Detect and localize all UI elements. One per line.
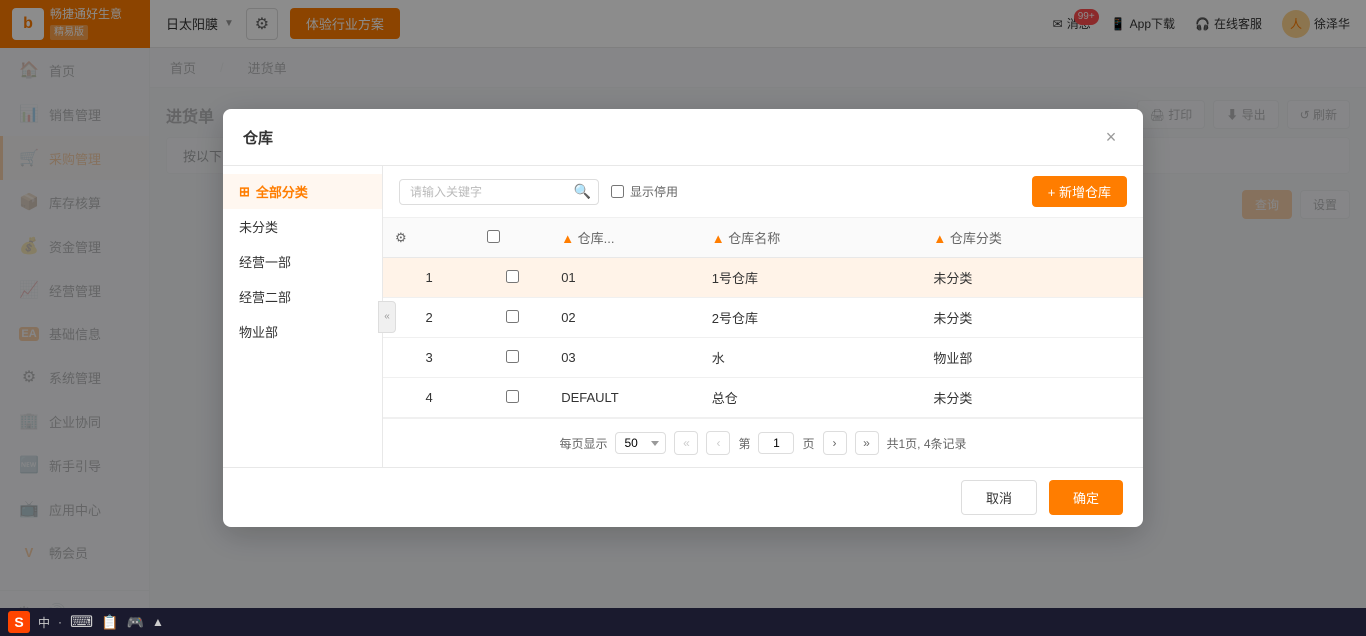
warehouse-modal: 仓库 × ⊞ 全部分类 未分类 经营一部 经营二部 <box>223 109 1143 527</box>
modal-toolbar: 🔍 显示停用 + 新增仓库 <box>383 166 1143 218</box>
row-check <box>475 378 549 418</box>
cancel-button[interactable]: 取消 <box>961 480 1037 515</box>
modal-main: 🔍 显示停用 + 新增仓库 ⚙ <box>383 166 1143 467</box>
category-all-label: 全部分类 <box>256 182 308 201</box>
prev-page-button[interactable]: ‹ <box>706 431 730 455</box>
page-size-select[interactable]: 10 20 50 100 <box>615 432 666 454</box>
page-unit: 页 <box>802 435 814 452</box>
row-name: 总仓 <box>700 378 922 418</box>
row-name: 2号仓库 <box>700 298 922 338</box>
category-dept1[interactable]: 经营一部 <box>223 244 382 279</box>
total-info: 共1页, 4条记录 <box>887 435 967 452</box>
bottom-dot-icon: · <box>58 615 62 629</box>
row-check <box>475 298 549 338</box>
row-index: 3 <box>383 338 475 378</box>
table-row[interactable]: 3 03 水 物业部 <box>383 338 1143 378</box>
row-code: 02 <box>549 298 700 338</box>
bottom-game-icon: 🎮 <box>127 614 144 631</box>
sort-icon: ▲ <box>561 231 574 246</box>
category-uncategorized[interactable]: 未分类 <box>223 209 382 244</box>
category-property-label: 物业部 <box>239 322 278 341</box>
row-name: 1号仓库 <box>700 258 922 298</box>
modal-header: 仓库 × <box>223 109 1143 166</box>
modal-body: ⊞ 全部分类 未分类 经营一部 经营二部 物业部 « <box>223 166 1143 467</box>
row-checkbox[interactable] <box>506 310 519 323</box>
bottom-zh-label: 中 <box>38 614 50 631</box>
category-uncategorized-label: 未分类 <box>239 217 278 236</box>
table-row[interactable]: 2 02 2号仓库 未分类 <box>383 298 1143 338</box>
page-size-label: 每页显示 <box>559 435 607 452</box>
row-code: DEFAULT <box>549 378 700 418</box>
search-icon[interactable]: 🔍 <box>574 183 591 200</box>
grid-icon: ⊞ <box>239 184 250 200</box>
row-check <box>475 338 549 378</box>
category-dept1-label: 经营一部 <box>239 252 291 271</box>
search-input[interactable] <box>399 179 599 205</box>
bottom-clipboard-icon: 📋 <box>101 614 118 631</box>
row-index: 4 <box>383 378 475 418</box>
row-checkbox[interactable] <box>506 270 519 283</box>
table-row[interactable]: 4 DEFAULT 总仓 未分类 <box>383 378 1143 418</box>
sort-icon-name: ▲ <box>712 231 725 246</box>
row-index: 1 <box>383 258 475 298</box>
row-code: 03 <box>549 338 700 378</box>
modal-category-sidebar: ⊞ 全部分类 未分类 经营一部 经营二部 物业部 « <box>223 166 383 467</box>
first-page-button[interactable]: « <box>674 431 698 455</box>
row-category: 未分类 <box>921 258 1143 298</box>
col-header-code[interactable]: ▲ 仓库... <box>549 218 700 258</box>
row-category: 未分类 <box>921 298 1143 338</box>
row-name: 水 <box>700 338 922 378</box>
col-header-check <box>475 218 549 258</box>
sort-icon-cat: ▲ <box>933 231 946 246</box>
category-dept2[interactable]: 经营二部 <box>223 279 382 314</box>
confirm-button[interactable]: 确定 <box>1049 480 1123 515</box>
page-number-input[interactable] <box>758 432 794 454</box>
table-header-row: ⚙ ▲ 仓库... ▲ <box>383 218 1143 258</box>
modal-overlay: 仓库 × ⊞ 全部分类 未分类 经营一部 经营二部 <box>0 0 1366 636</box>
bottom-arrow-icon: ▲ <box>152 615 164 629</box>
modal-title: 仓库 <box>243 127 273 148</box>
warehouse-data-table: ⚙ ▲ 仓库... ▲ <box>383 218 1143 418</box>
bottom-s-icon: S <box>8 611 30 633</box>
warehouse-table: ⚙ ▲ 仓库... ▲ <box>383 218 1143 418</box>
category-dept2-label: 经营二部 <box>239 287 291 306</box>
row-index: 2 <box>383 298 475 338</box>
modal-close-button[interactable]: × <box>1099 125 1123 149</box>
last-page-button[interactable]: » <box>855 431 879 455</box>
category-all[interactable]: ⊞ 全部分类 <box>223 174 382 209</box>
table-row[interactable]: 1 01 1号仓库 未分类 <box>383 258 1143 298</box>
table-body: 1 01 1号仓库 未分类 2 <box>383 258 1143 418</box>
show-disabled-wrap: 显示停用 <box>611 183 678 200</box>
next-page-button[interactable]: › <box>823 431 847 455</box>
row-category: 未分类 <box>921 378 1143 418</box>
row-check <box>475 258 549 298</box>
search-input-wrap: 🔍 <box>399 179 599 205</box>
select-all-checkbox[interactable] <box>487 230 500 243</box>
add-warehouse-button[interactable]: + 新增仓库 <box>1032 176 1127 207</box>
modal-pagination: 每页显示 10 20 50 100 « ‹ 第 页 › » 共1页, 4条记录 <box>383 418 1143 467</box>
col-header-category[interactable]: ▲ 仓库分类 <box>921 218 1143 258</box>
bottom-status-bar: S 中 · ⌨ 📋 🎮 ▲ <box>0 608 1366 636</box>
row-category: 物业部 <box>921 338 1143 378</box>
bottom-keyboard-icon: ⌨ <box>70 612 93 632</box>
show-disabled-label: 显示停用 <box>630 183 678 200</box>
row-code: 01 <box>549 258 700 298</box>
col-header-settings: ⚙ <box>383 218 475 258</box>
page-text: 第 <box>738 435 750 452</box>
col-header-name[interactable]: ▲ 仓库名称 <box>700 218 922 258</box>
show-disabled-checkbox[interactable] <box>611 185 624 198</box>
modal-footer: 取消 确定 <box>223 467 1143 527</box>
row-checkbox[interactable] <box>506 350 519 363</box>
row-checkbox[interactable] <box>506 390 519 403</box>
column-settings-icon[interactable]: ⚙ <box>395 230 407 245</box>
category-property[interactable]: 物业部 <box>223 314 382 349</box>
sidebar-collapse-button[interactable]: « <box>378 301 396 333</box>
